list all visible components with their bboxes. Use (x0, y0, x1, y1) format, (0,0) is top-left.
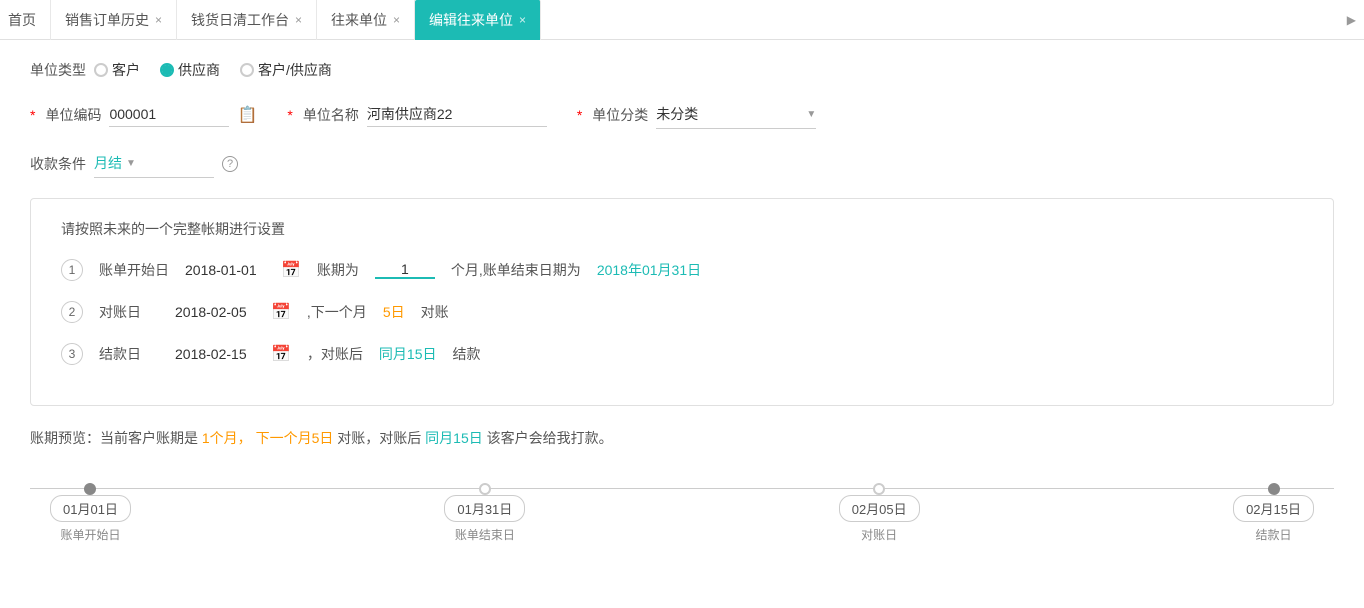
preview-text: 账期预览：当前客户账期是 1个月， 下一个月5日 对账，对账后 同月15日 该客… (30, 426, 1334, 451)
required-star-code: * (30, 107, 35, 123)
radio-supplier[interactable]: 供应商 (160, 60, 220, 80)
radio-circle-supplier (160, 63, 174, 77)
tab-cash-work[interactable]: 钱货日清工作台 × (177, 0, 317, 40)
unit-type-field: 单位类型 客户 供应商 客户/供应商 (30, 60, 332, 80)
timeline-node-1: 01月31日 账单结束日 (444, 475, 525, 543)
preview-label: 账期预览：当前客户账期是 (30, 430, 198, 446)
timeline: 01月01日 账单开始日 01月31日 账单结束日 02月05日 对账日 02月… (30, 475, 1334, 543)
close-edit-partner[interactable]: × (519, 14, 526, 26)
required-star-category: * (577, 107, 582, 123)
unit-code-label: 单位编码 (45, 105, 101, 125)
step-number-2: 2 (61, 301, 83, 323)
unit-name-field: * 单位名称 (287, 102, 546, 127)
preview-mid: 对账，对账后 (337, 430, 425, 446)
tab-sales-order[interactable]: 销售订单历史 × (51, 0, 177, 40)
step-row-2: 2 对账日 2018-02-05 📅 ,下一个月5日 对账 (61, 301, 1303, 323)
payment-terms-chevron-icon: ▼ (126, 158, 136, 169)
payment-terms-select[interactable]: 月结 ▼ (94, 149, 214, 178)
timeline-node-3: 02月15日 结款日 (1233, 475, 1314, 543)
step-date-2: 2018-02-05 (175, 304, 255, 320)
step-suffix-3-highlight: 同月15日 (379, 344, 437, 364)
help-icon[interactable]: ? (222, 156, 238, 172)
step-suffix-3a: ，对账后 (307, 344, 363, 364)
radio-circle-both (240, 63, 254, 77)
unit-type-row: 单位类型 客户 供应商 客户/供应商 (30, 60, 1334, 80)
step-number-1: 1 (61, 259, 83, 281)
step-label-3: 结款日 (99, 344, 159, 364)
timeline-nodes: 01月01日 账单开始日 01月31日 账单结束日 02月05日 对账日 02月… (50, 475, 1314, 543)
payment-terms-field: 收款条件 月结 ▼ ? (30, 149, 238, 178)
timeline-dot-3 (1268, 483, 1280, 495)
preview-part1: 1个月， (202, 430, 252, 446)
timeline-label-2: 对账日 (861, 526, 897, 543)
timeline-dot-1 (479, 483, 491, 495)
payment-terms-row: 收款条件 月结 ▼ ? (30, 149, 1334, 178)
timeline-tag-3: 02月15日 (1233, 495, 1314, 522)
unit-name-label: 单位名称 (303, 105, 359, 125)
step-cal-icon-1[interactable]: 📅 (281, 260, 301, 280)
tab-home[interactable]: 首页 (8, 0, 51, 40)
step-date-3: 2018-02-15 (175, 346, 255, 362)
unit-code-input[interactable] (109, 102, 229, 127)
tab-bar: 首页 销售订单历史 × 钱货日清工作台 × 往来单位 × 编辑往来单位 × ▶ (0, 0, 1364, 40)
preview-end: 该客户会给我打款。 (487, 430, 613, 446)
radio-circle-customer (94, 63, 108, 77)
card-title: 请按照未来的一个完整帐期进行设置 (61, 219, 1303, 239)
step-suffix-2: ,下一个月 (307, 302, 367, 322)
timeline-dot-2 (873, 483, 885, 495)
month-input[interactable] (375, 261, 435, 279)
page-content: 单位类型 客户 供应商 客户/供应商 * 单位编码 (0, 40, 1364, 608)
unit-category-value: 未分类 (656, 104, 698, 124)
close-partner[interactable]: × (393, 14, 400, 26)
step-suffix-2-highlight: 5日 (383, 302, 405, 322)
unit-name-input[interactable] (367, 102, 547, 127)
timeline-dot-0 (84, 483, 96, 495)
timeline-label-1: 账单结束日 (455, 526, 515, 543)
step-row-1: 1 账单开始日 2018-01-01 📅 账期为 个月,账单结束日期为 2018… (61, 259, 1303, 281)
unit-code-icon[interactable]: 📋 (237, 105, 257, 125)
timeline-label-3: 结款日 (1256, 526, 1292, 543)
billing-period-card: 请按照未来的一个完整帐期进行设置 1 账单开始日 2018-01-01 📅 账期… (30, 198, 1334, 406)
tab-partner[interactable]: 往来单位 × (317, 0, 415, 40)
step-suffix-pre-1: 账期为 (317, 260, 359, 280)
radio-both[interactable]: 客户/供应商 (240, 60, 332, 80)
unit-category-select[interactable]: 未分类 ▼ (656, 100, 816, 129)
unit-code-field: * 单位编码 📋 (30, 102, 257, 127)
step-number-3: 3 (61, 343, 83, 365)
preview-part3: 同月15日 (425, 430, 483, 446)
timeline-node-2: 02月05日 对账日 (839, 475, 920, 543)
unit-type-label: 单位类型 (30, 60, 86, 80)
tab-edit-partner[interactable]: 编辑往来单位 × (415, 0, 541, 40)
step-label-2: 对账日 (99, 302, 159, 322)
close-sales-order[interactable]: × (155, 14, 162, 26)
step-end-date-1: 2018年01月31日 (597, 260, 701, 280)
step-date-1: 2018-01-01 (185, 262, 265, 278)
unit-info-row: * 单位编码 📋 * 单位名称 * 单位分类 未分类 ▼ (30, 100, 1334, 129)
radio-label-customer: 客户 (112, 60, 140, 80)
step-cal-icon-2[interactable]: 📅 (271, 302, 291, 322)
unit-category-label: 单位分类 (592, 105, 648, 125)
timeline-tag-2: 02月05日 (839, 495, 920, 522)
unit-type-radio-group: 客户 供应商 客户/供应商 (94, 60, 332, 80)
chevron-down-icon: ▼ (806, 109, 816, 120)
close-cash-work[interactable]: × (295, 14, 302, 26)
payment-terms-label: 收款条件 (30, 154, 86, 174)
unit-category-field: * 单位分类 未分类 ▼ (577, 100, 816, 129)
step-cal-icon-3[interactable]: 📅 (271, 344, 291, 364)
tab-bar-arrow[interactable]: ▶ (1347, 13, 1356, 27)
timeline-label-0: 账单开始日 (60, 526, 120, 543)
radio-label-both: 客户/供应商 (258, 60, 332, 80)
radio-customer[interactable]: 客户 (94, 60, 140, 80)
radio-label-supplier: 供应商 (178, 60, 220, 80)
step-row-3: 3 结款日 2018-02-15 📅 ，对账后 同月15日 结款 (61, 343, 1303, 365)
payment-terms-value: 月结 (94, 153, 122, 173)
timeline-node-0: 01月01日 账单开始日 (50, 475, 131, 543)
timeline-tag-1: 01月31日 (444, 495, 525, 522)
timeline-tag-0: 01月01日 (50, 495, 131, 522)
step-suffix-post-1: 个月,账单结束日期为 (451, 260, 581, 280)
required-star-name: * (287, 107, 292, 123)
step-label-1: 账单开始日 (99, 260, 169, 280)
preview-part2: 下一个月5日 (256, 430, 334, 446)
